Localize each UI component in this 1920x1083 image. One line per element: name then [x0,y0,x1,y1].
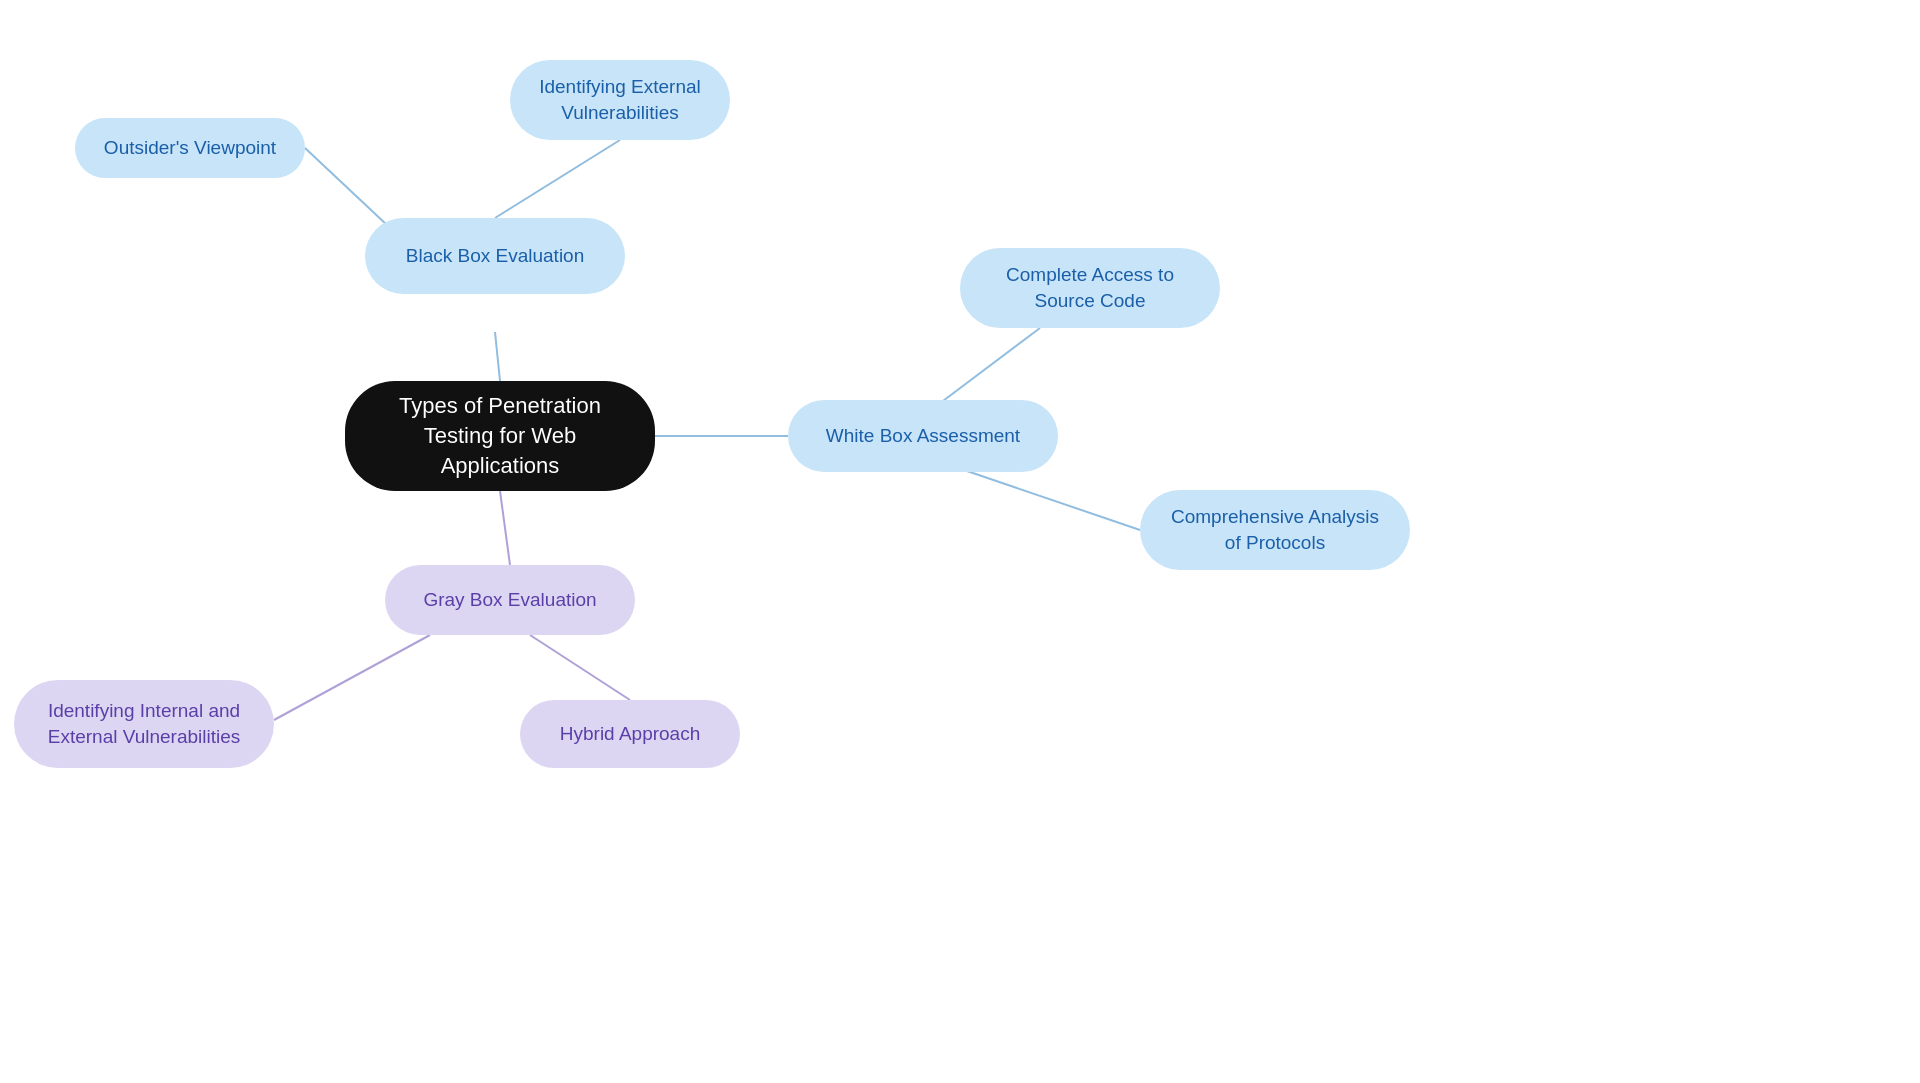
black-box-node: Black Box Evaluation [365,218,625,294]
white-box-node: White Box Assessment [788,400,1058,472]
ext-vuln-label: Identifying External Vulnerabilities [534,74,706,125]
outsider-node: Outsider's Viewpoint [75,118,305,178]
center-label: Types of Penetration Testing for Web App… [369,391,631,480]
svg-line-6 [500,491,510,565]
ext-vuln-node: Identifying External Vulnerabilities [510,60,730,140]
svg-line-0 [495,332,500,381]
svg-line-7 [274,635,430,720]
hybrid-node: Hybrid Approach [520,700,740,768]
white-box-label: White Box Assessment [826,423,1020,449]
center-node: Types of Penetration Testing for Web App… [345,381,655,491]
svg-line-1 [495,140,620,218]
hybrid-label: Hybrid Approach [560,721,700,747]
outsider-label: Outsider's Viewpoint [104,135,276,161]
int-ext-vuln-label: Identifying Internal and External Vulner… [38,698,250,749]
source-code-label: Complete Access to Source Code [984,262,1196,313]
gray-box-node: Gray Box Evaluation [385,565,635,635]
int-ext-vuln-node: Identifying Internal and External Vulner… [14,680,274,768]
source-code-node: Complete Access to Source Code [960,248,1220,328]
black-box-label: Black Box Evaluation [406,243,585,269]
gray-box-label: Gray Box Evaluation [423,587,596,613]
protocols-label: Comprehensive Analysis of Protocols [1164,504,1386,555]
protocols-node: Comprehensive Analysis of Protocols [1140,490,1410,570]
svg-line-8 [530,635,630,700]
